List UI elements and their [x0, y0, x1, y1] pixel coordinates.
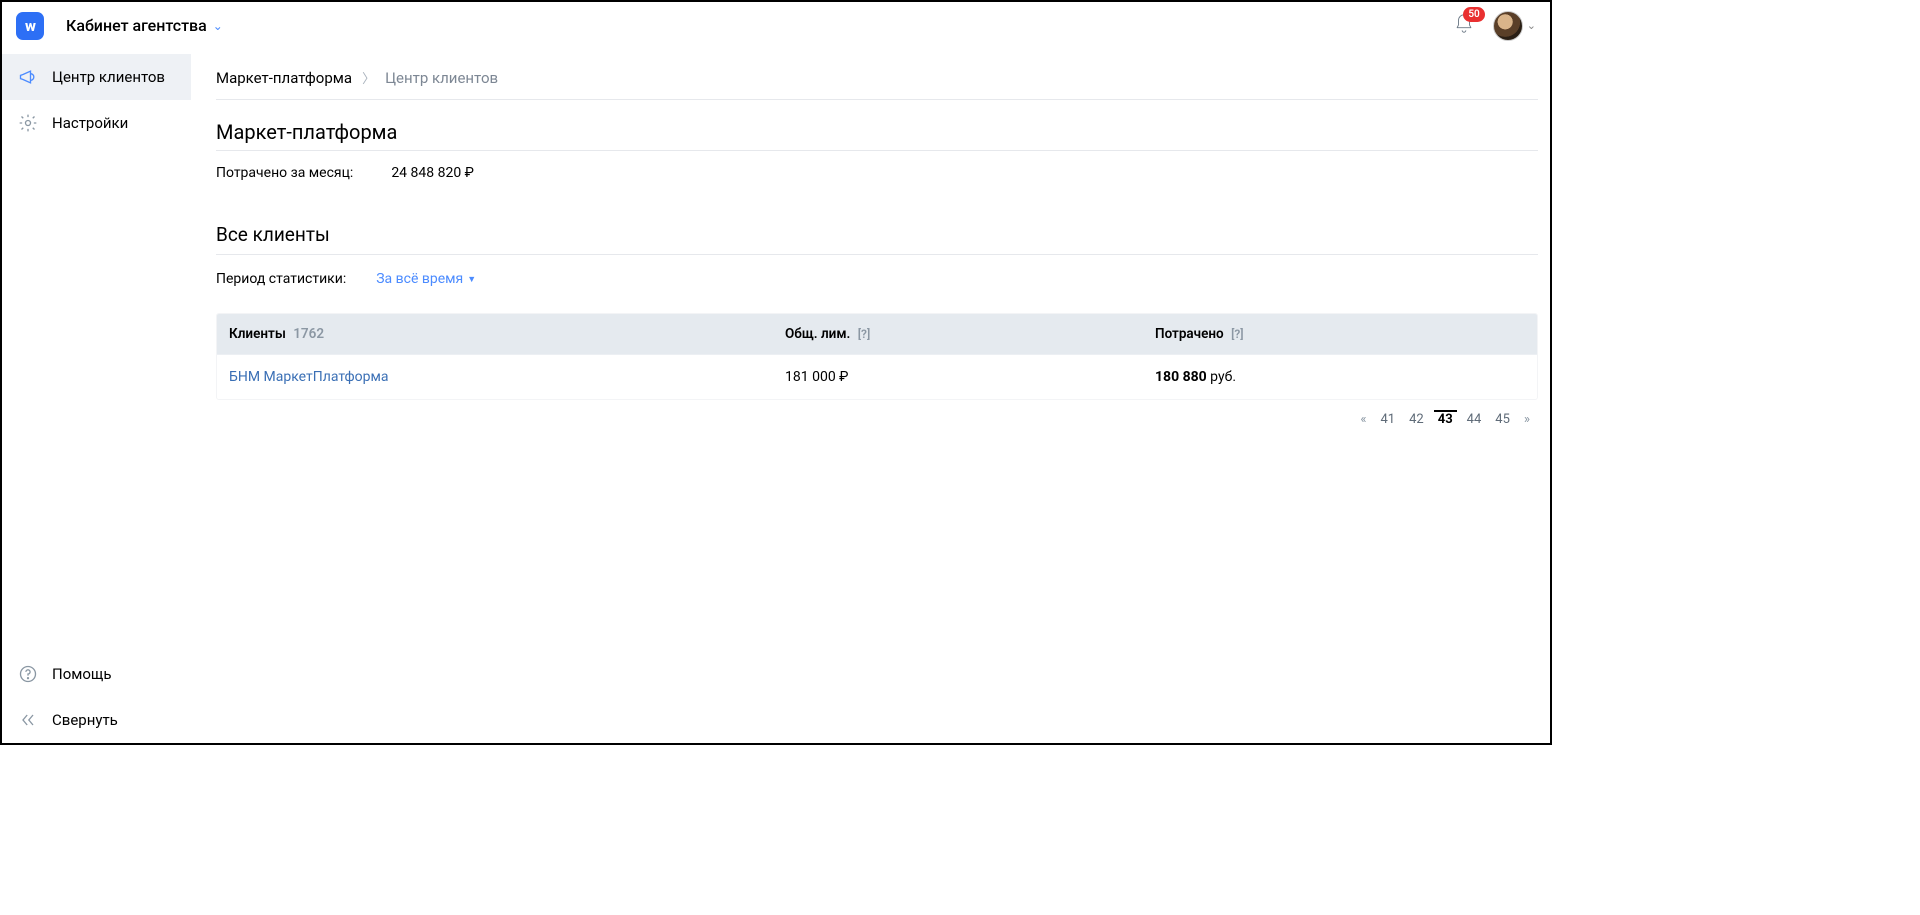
client-limit: 181 000 ₽: [785, 369, 848, 385]
clients-table: Клиенты 1762 Общ. лим. [?] Потрачено [?]…: [216, 313, 1538, 400]
notifications-badge: 50: [1463, 7, 1484, 22]
pagination-page-active[interactable]: 43: [1434, 410, 1457, 429]
sidebar-item-label: Центр клиентов: [52, 68, 165, 86]
breadcrumb: Маркет-платформа 〉 Центр клиентов: [216, 62, 1538, 100]
pagination-next[interactable]: »: [1520, 410, 1534, 429]
table-header: Клиенты 1762 Общ. лим. [?] Потрачено [?]: [217, 314, 1537, 354]
vk-logo-text: w: [25, 17, 35, 35]
spent-row: Потрачено за месяц: 24 848 820 ₽: [216, 165, 1538, 181]
sidebar-item-client-center[interactable]: Центр клиентов: [2, 54, 191, 100]
period-label: Период статистики:: [216, 271, 346, 287]
notifications-button[interactable]: 50: [1453, 13, 1475, 39]
pagination: « 41 42 43 44 45 »: [216, 400, 1538, 439]
chevron-down-icon: ⌄: [1527, 19, 1536, 32]
breadcrumb-current: Центр клиентов: [385, 69, 498, 87]
spent-value: 24 848 820 ₽: [391, 165, 474, 181]
table-row: БНМ МаркетПлатформа 181 000 ₽ 180 880 ру…: [217, 354, 1537, 399]
megaphone-icon: [18, 67, 38, 87]
pagination-page[interactable]: 44: [1463, 410, 1486, 429]
help-icon[interactable]: [?]: [858, 327, 870, 341]
topbar: w Кабинет агентства ⌄ 50 ⌄: [2, 2, 1550, 50]
clients-count: 1762: [293, 326, 324, 342]
breadcrumb-root[interactable]: Маркет-платформа: [216, 69, 352, 87]
platform-title: Маркет-платформа: [216, 120, 1538, 144]
triangle-down-icon: ▼: [467, 274, 476, 285]
col-limit: Общ. лим.: [785, 326, 850, 342]
spent-label: Потрачено за месяц:: [216, 165, 353, 181]
gear-icon: [18, 113, 38, 133]
sidebar-item-collapse[interactable]: Свернуть: [2, 697, 191, 743]
pagination-page[interactable]: 42: [1405, 410, 1428, 429]
chevron-right-icon: 〉: [362, 68, 375, 87]
sidebar-item-help[interactable]: Помощь: [2, 651, 191, 697]
client-link[interactable]: БНМ МаркетПлатформа: [229, 369, 389, 385]
pagination-page[interactable]: 41: [1376, 410, 1399, 429]
sidebar-item-settings[interactable]: Настройки: [2, 100, 191, 146]
clients-title: Все клиенты: [216, 223, 1538, 246]
pagination-page[interactable]: 45: [1491, 410, 1514, 429]
period-select[interactable]: За всё время ▼: [376, 271, 476, 287]
period-row: Период статистики: За всё время ▼: [216, 254, 1538, 287]
sidebar-item-label: Помощь: [52, 665, 112, 683]
collapse-icon: [18, 710, 38, 730]
avatar: [1493, 11, 1523, 41]
client-spent-suffix: руб.: [1207, 369, 1236, 385]
cabinet-title-text: Кабинет агентства: [66, 16, 207, 35]
col-clients: Клиенты: [229, 326, 286, 342]
cabinet-dropdown[interactable]: Кабинет агентства ⌄: [66, 16, 223, 35]
help-icon[interactable]: [?]: [1231, 327, 1243, 341]
sidebar: Центр клиентов Настройки Помощь Свернуть: [2, 50, 192, 743]
sidebar-item-label: Свернуть: [52, 711, 118, 729]
pagination-prev[interactable]: «: [1356, 410, 1370, 429]
vk-logo[interactable]: w: [16, 12, 44, 40]
chevron-down-icon: ⌄: [213, 19, 223, 33]
period-value: За всё время: [376, 271, 463, 287]
client-spent-amount: 180 880: [1155, 369, 1207, 385]
sidebar-item-label: Настройки: [52, 114, 128, 132]
col-spent: Потрачено: [1155, 326, 1224, 342]
main-content: Маркет-платформа 〉 Центр клиентов Маркет…: [192, 50, 1550, 743]
help-icon: [18, 664, 38, 684]
profile-menu[interactable]: ⌄: [1493, 11, 1536, 41]
